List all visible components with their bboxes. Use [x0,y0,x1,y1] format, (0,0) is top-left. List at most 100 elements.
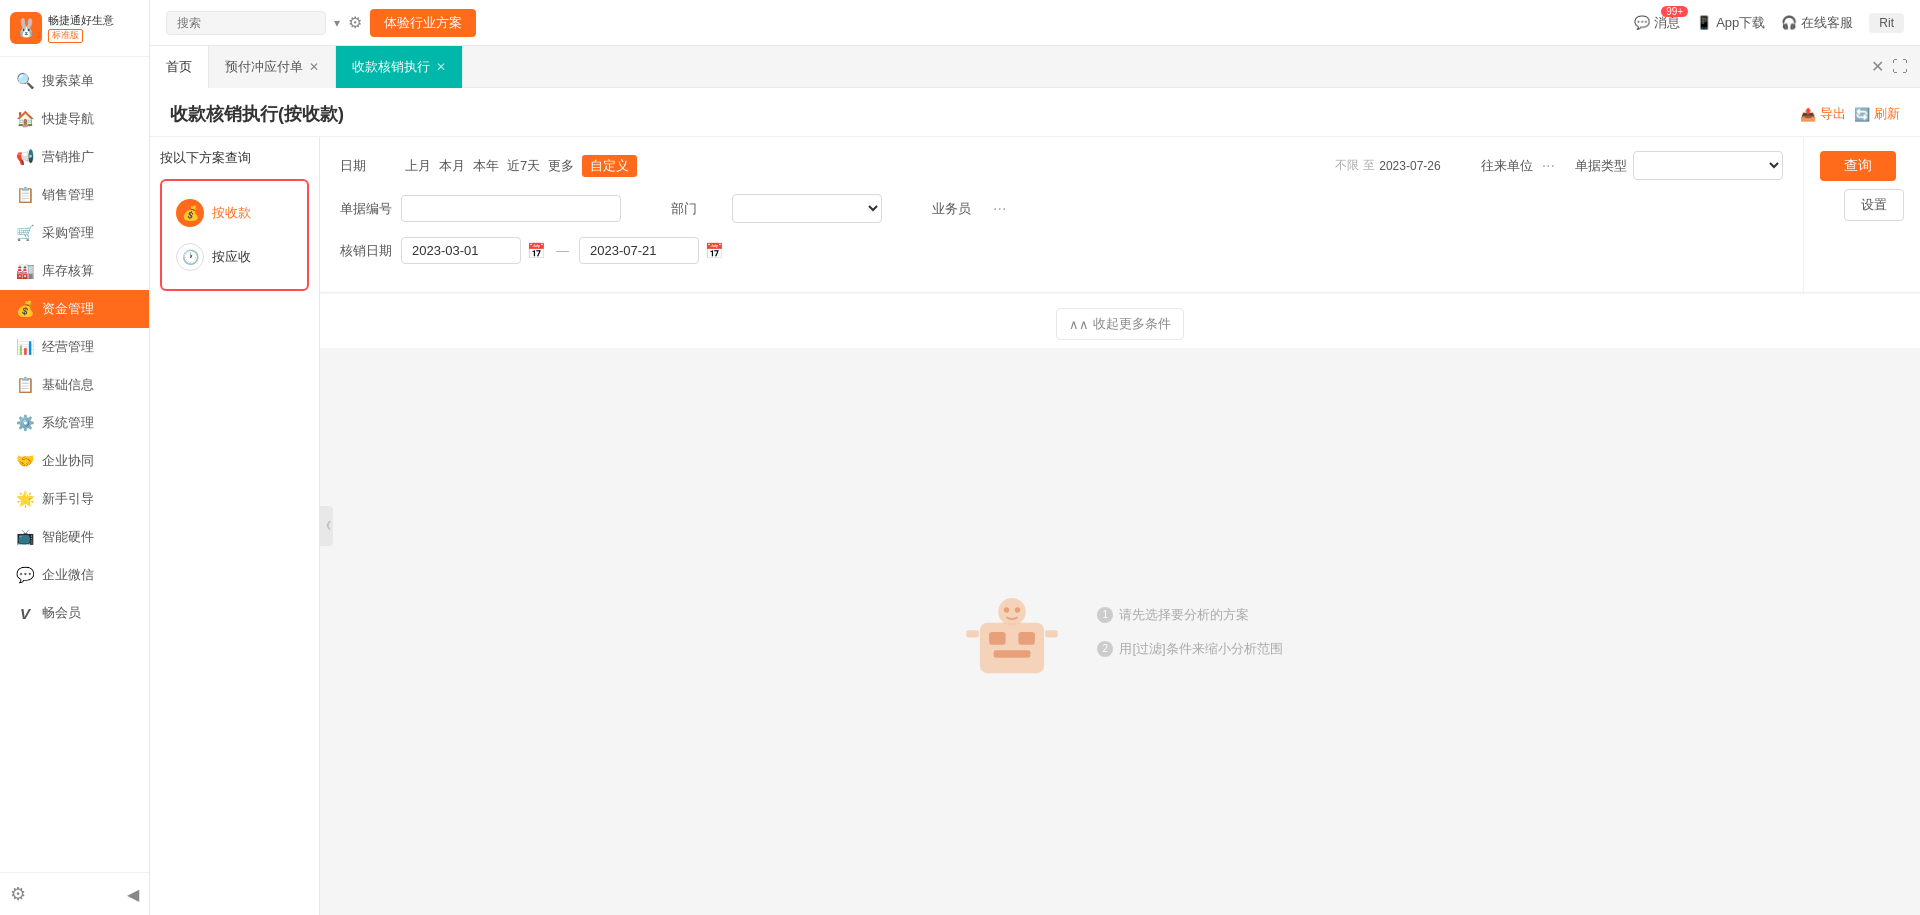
tab-expand-icon[interactable]: ⛶ [1892,58,1908,76]
collapse-up-icon: ∧∧ [1069,317,1089,332]
finance-icon: 💰 [16,300,34,318]
tab-collection[interactable]: 收款核销执行 ✕ [336,46,463,88]
sidebar-collapse-icon[interactable]: ◀ [127,885,139,904]
by-receivable-icon: 🕐 [176,243,204,271]
sidebar-item-inventory[interactable]: 🏭 库存核算 [0,252,149,290]
dept-select[interactable] [732,194,882,223]
content-wrapper: 按以下方案查询 💰 按收款 🕐 按应收 《 [150,137,1920,915]
query-panel: 按以下方案查询 💰 按收款 🕐 按应收 《 [150,137,320,915]
logo-icon: 🐰 [10,12,42,44]
date-opt-thismonth[interactable]: 本月 [439,157,465,175]
sidebar: 🐰 畅捷通好生意 标准版 🔍 搜索菜单 🏠 快捷导航 📢 营销推广 📋 销售管理… [0,0,150,915]
sidebar-item-basic[interactable]: 📋 基础信息 [0,366,149,404]
export-button[interactable]: 📤 导出 [1800,105,1846,123]
doc-no-label: 单据编号 [340,200,395,218]
sidebar-item-guide[interactable]: 🌟 新手引导 [0,480,149,518]
sidebar-footer: ⚙ ◀ [0,872,149,915]
header-right: 💬 消息 99+ 📱 App下载 🎧 在线客服 Rit [1634,13,1904,33]
svg-rect-2 [1019,632,1035,645]
svg-point-8 [1015,607,1021,613]
verify-date-start-input[interactable] [401,237,521,264]
query-options-container: 💰 按收款 🕐 按应收 [160,179,309,291]
date-opt-7days[interactable]: 近7天 [507,157,540,175]
refresh-button[interactable]: 🔄 刷新 [1854,105,1900,123]
page-header: 收款核销执行(按收款) 📤 导出 🔄 刷新 [150,88,1920,137]
counterpart-ellipsis: ··· [1542,157,1555,175]
sidebar-item-wechat[interactable]: 💬 企业微信 [0,556,149,594]
empty-state-area: 1 请先选择要分析的方案 2 用[过滤]条件来缩小分析范围 [320,348,1920,915]
verify-date-end-calendar-icon[interactable]: 📅 [705,242,724,260]
collapse-more-row: ∧∧ 收起更多条件 [320,293,1920,348]
sidebar-item-search[interactable]: 🔍 搜索菜单 [0,62,149,100]
tab-prepay[interactable]: 预付冲应付单 ✕ [209,46,336,88]
tab-home[interactable]: 首页 [150,46,209,88]
system-icon: ⚙️ [16,414,34,432]
online-service-button[interactable]: 🎧 在线客服 [1781,14,1853,32]
svg-rect-0 [980,622,1044,672]
purchase-icon: 🛒 [16,224,34,242]
doc-type-select[interactable] [1633,151,1783,180]
verify-date-end-input[interactable] [579,237,699,264]
svg-rect-4 [1045,630,1058,637]
svg-rect-1 [989,632,1006,645]
sidebar-item-system[interactable]: ⚙️ 系统管理 [0,404,149,442]
date-opt-thisyear[interactable]: 本年 [473,157,499,175]
empty-content: 1 请先选择要分析的方案 2 用[过滤]条件来缩小分析范围 [957,577,1282,687]
filter-form: 日期 上月 本月 本年 近7天 更多 自定义 不限 [320,137,1803,292]
query-button[interactable]: 查询 [1820,151,1896,181]
solution-button[interactable]: 体验行业方案 [370,9,476,37]
verify-date-label: 核销日期 [340,242,395,260]
collapse-more-button[interactable]: ∧∧ 收起更多条件 [1056,308,1184,340]
sidebar-item-enterprise[interactable]: 🤝 企业协同 [0,442,149,480]
guide-icon: 🌟 [16,490,34,508]
page-title: 收款核销执行(按收款) [170,102,344,126]
panel-collapse-button[interactable]: 《 [319,506,333,546]
app-download-button[interactable]: 📱 App下载 [1696,14,1765,32]
staff-label: 业务员 [932,200,987,218]
sidebar-logo: 🐰 畅捷通好生意 标准版 [0,0,149,57]
tab-close-all-icon[interactable]: ✕ [1871,57,1884,76]
sidebar-item-hardware[interactable]: 📺 智能硬件 [0,518,149,556]
svg-point-6 [999,598,1027,626]
verify-date-start-calendar-icon[interactable]: 📅 [527,242,546,260]
user-avatar[interactable]: Rit [1869,13,1904,33]
svg-point-7 [1004,607,1010,613]
counterpart-label: 往来单位 [1481,157,1536,175]
tabs-bar: 首页 预付冲应付单 ✕ 收款核销执行 ✕ ✕ ⛶ [150,46,1920,88]
basic-icon: 📋 [16,376,34,394]
empty-step-2: 2 用[过滤]条件来缩小分析范围 [1097,636,1282,662]
sidebar-item-purchase[interactable]: 🛒 采购管理 [0,214,149,252]
sidebar-settings-icon[interactable]: ⚙ [10,883,26,905]
tabs-actions: ✕ ⛶ [1871,57,1920,76]
sidebar-item-member[interactable]: V 畅会员 [0,594,149,632]
empty-illustration [957,577,1067,687]
query-option-by-collection[interactable]: 💰 按收款 [170,191,299,235]
hardware-icon: 📺 [16,528,34,546]
sidebar-item-operation[interactable]: 📊 经营管理 [0,328,149,366]
date-options: 上月 本月 本年 近7天 更多 自定义 [405,155,637,177]
tab-prepay-close[interactable]: ✕ [309,60,319,74]
query-option-by-receivable[interactable]: 🕐 按应收 [170,235,299,279]
empty-step-1: 1 请先选择要分析的方案 [1097,602,1282,628]
filter-actions: 查询 设置 [1803,137,1920,292]
header-gear-icon[interactable]: ⚙ [348,13,362,32]
date-opt-more[interactable]: 更多 [548,157,574,175]
filter-main: 日期 上月 本月 本年 近7天 更多 自定义 不限 [320,137,1920,915]
by-collection-icon: 💰 [176,199,204,227]
header-dropdown-icon[interactable]: ▾ [334,16,340,30]
sidebar-item-marketing[interactable]: 📢 营销推广 [0,138,149,176]
sidebar-item-sales[interactable]: 📋 销售管理 [0,176,149,214]
empty-tip: 1 请先选择要分析的方案 2 用[过滤]条件来缩小分析范围 [1097,602,1282,662]
setting-button[interactable]: 设置 [1844,189,1904,221]
header-search-input[interactable] [166,11,326,35]
doc-no-input[interactable] [401,195,621,222]
service-icon: 🎧 [1781,15,1797,30]
date-opt-lastmonth[interactable]: 上月 [405,157,431,175]
sidebar-item-quicknav[interactable]: 🏠 快捷导航 [0,100,149,138]
tab-collection-close[interactable]: ✕ [436,60,446,74]
refresh-icon: 🔄 [1854,107,1870,122]
messages-button[interactable]: 💬 消息 99+ [1634,14,1680,32]
export-icon: 📤 [1800,107,1816,122]
date-opt-custom[interactable]: 自定义 [582,155,637,177]
sidebar-item-finance[interactable]: 💰 资金管理 [0,290,149,328]
